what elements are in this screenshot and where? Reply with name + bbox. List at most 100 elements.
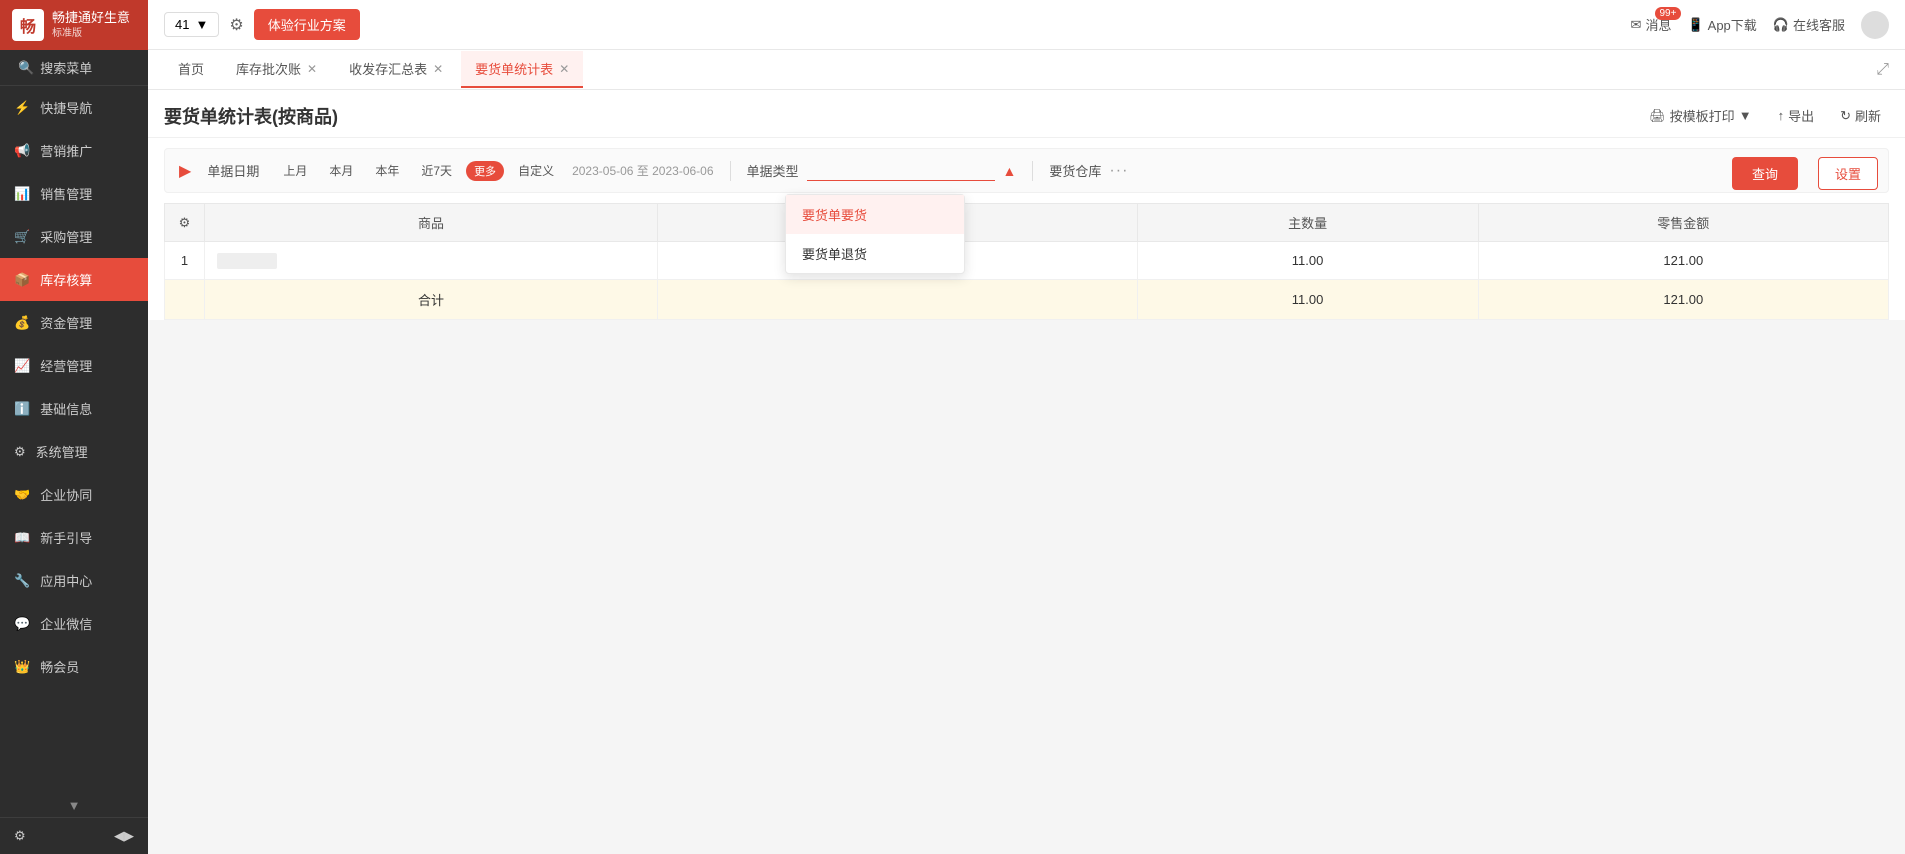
store-selector[interactable]: 41 ▼	[164, 12, 219, 37]
date-options: 上月 本月 本年 近7天 更多 自定义 2023-05-06 至 2023-06…	[275, 159, 713, 182]
quick-nav-label: 快捷导航	[40, 98, 92, 117]
total-unit-empty	[657, 280, 1137, 320]
apps-icon: 🔧	[14, 573, 30, 589]
message-button[interactable]: ✉ 消息 99+	[1631, 15, 1672, 34]
filter-divider-2	[1032, 161, 1033, 181]
type-chevron-up-icon[interactable]: ▲	[1003, 163, 1017, 179]
sidebar-item-quick-nav[interactable]: ⚡ 快捷导航	[0, 86, 148, 129]
wechat-icon: 💬	[14, 616, 30, 632]
tab-order-stats-close[interactable]: ✕	[559, 62, 569, 76]
type-label: 单据类型	[747, 161, 799, 180]
service-icon: 🎧	[1773, 17, 1789, 33]
wechat-label: 企业微信	[40, 614, 92, 633]
app-download-button[interactable]: 📱 App下载	[1687, 15, 1756, 34]
marketing-icon: 📢	[14, 143, 30, 159]
sidebar-item-guide[interactable]: 📖 新手引导	[0, 516, 148, 559]
tabbar: 首页 库存批次账 ✕ 收发存汇总表 ✕ 要货单统计表 ✕ ⤢	[148, 50, 1905, 90]
tab-home-label: 首页	[178, 59, 204, 78]
tab-batch-account-label: 库存批次账	[236, 59, 301, 78]
page-container: 要货单统计表(按商品) 🖨 按模板打印 ▼ ↑ 导出 ↻ 刷新	[148, 90, 1905, 320]
filter-toggle-button[interactable]: ▶	[179, 161, 191, 181]
filter-settings-button[interactable]: 设置	[1818, 157, 1878, 190]
sidebar-item-member[interactable]: 👑 畅会员	[0, 645, 148, 688]
message-badge: 99+	[1655, 7, 1682, 20]
query-button[interactable]: 查询	[1732, 157, 1798, 190]
refresh-button[interactable]: ↻ 刷新	[1832, 102, 1889, 129]
sales-icon: 📊	[14, 186, 30, 202]
col-settings[interactable]: ⚙	[165, 204, 205, 242]
tab-order-stats[interactable]: 要货单统计表 ✕	[461, 51, 583, 88]
tab-summary-label: 收发存汇总表	[349, 59, 427, 78]
type-input[interactable]	[807, 161, 995, 181]
table-container: ⚙ 商品 主计量单位 主数量 零售金额 1	[164, 203, 1889, 320]
user-avatar[interactable]	[1861, 11, 1889, 39]
date-last-7-days[interactable]: 近7天	[413, 159, 460, 182]
warehouse-dots-icon[interactable]: ···	[1109, 162, 1128, 180]
sidebar-item-system[interactable]: ⚙ 系统管理	[0, 430, 148, 473]
total-empty	[165, 280, 205, 320]
finance-label: 资金管理	[40, 313, 92, 332]
tab-expand-button[interactable]: ⤢	[1876, 61, 1889, 79]
date-this-year[interactable]: 本年	[367, 159, 407, 182]
guide-label: 新手引导	[40, 528, 92, 547]
print-button[interactable]: 🖨 按模板打印 ▼	[1641, 102, 1759, 129]
tab-summary-close[interactable]: ✕	[433, 62, 443, 76]
type-dropdown: 要货单要货 要货单退货	[785, 194, 965, 274]
product-placeholder	[217, 253, 277, 269]
dropdown-item-return[interactable]: 要货单退货	[786, 234, 964, 273]
enterprise-label: 企业协同	[40, 485, 92, 504]
date-this-month[interactable]: 本月	[321, 159, 361, 182]
sidebar-item-apps[interactable]: 🔧 应用中心	[0, 559, 148, 602]
date-custom[interactable]: 自定义	[510, 159, 562, 182]
tab-order-stats-label: 要货单统计表	[475, 59, 553, 78]
member-icon: 👑	[14, 659, 30, 675]
total-row: 合计 11.00 121.00	[165, 280, 1889, 320]
export-button[interactable]: ↑ 导出	[1770, 102, 1823, 129]
tab-batch-account[interactable]: 库存批次账 ✕	[222, 51, 331, 88]
app-download-label: App下载	[1708, 15, 1757, 34]
tab-home[interactable]: 首页	[164, 51, 218, 88]
date-range-display: 2023-05-06 至 2023-06-06	[572, 162, 713, 179]
content-area: 要货单统计表(按商品) 🖨 按模板打印 ▼ ↑ 导出 ↻ 刷新	[148, 90, 1905, 854]
dropdown-item-order[interactable]: 要货单要货	[786, 195, 964, 234]
online-service-label: 在线客服	[1793, 15, 1845, 34]
search-icon: 🔍	[18, 60, 34, 76]
sidebar-item-basics[interactable]: ℹ️ 基础信息	[0, 387, 148, 430]
trial-button[interactable]: 体验行业方案	[254, 9, 360, 40]
row-quantity: 11.00	[1137, 242, 1478, 280]
topbar-gear-button[interactable]: ⚙	[229, 15, 243, 35]
tab-summary[interactable]: 收发存汇总表 ✕	[335, 51, 457, 88]
topbar-left: 41 ▼ ⚙ 体验行业方案	[164, 9, 1619, 40]
sidebar-item-finance[interactable]: 💰 资金管理	[0, 301, 148, 344]
message-icon: ✉	[1631, 17, 1642, 33]
member-label: 畅会员	[40, 657, 79, 676]
guide-icon: 📖	[14, 530, 30, 546]
sidebar-item-marketing[interactable]: 📢 营销推广	[0, 129, 148, 172]
collapse-icon[interactable]: ◀▶	[114, 828, 134, 844]
date-more-button[interactable]: 更多	[466, 161, 504, 181]
settings-icon[interactable]: ⚙	[14, 828, 26, 844]
table-header-row: ⚙ 商品 主计量单位 主数量 零售金额	[165, 204, 1889, 242]
sidebar-item-operations[interactable]: 📈 经营管理	[0, 344, 148, 387]
search-label: 搜索菜单	[40, 58, 92, 77]
sidebar-item-wechat[interactable]: 💬 企业微信	[0, 602, 148, 645]
print-icon: 🖨	[1649, 108, 1666, 124]
page-header: 要货单统计表(按商品) 🖨 按模板打印 ▼ ↑ 导出 ↻ 刷新	[148, 90, 1905, 138]
sidebar-scroll-down[interactable]: ▼	[0, 794, 148, 817]
tab-batch-account-close[interactable]: ✕	[307, 62, 317, 76]
col-product: 商品	[205, 204, 658, 242]
sidebar-item-inventory[interactable]: 📦 库存核算	[0, 258, 148, 301]
sidebar-search[interactable]: 🔍 搜索菜单	[0, 50, 148, 86]
apps-label: 应用中心	[40, 571, 92, 590]
page-actions: 🖨 按模板打印 ▼ ↑ 导出 ↻ 刷新	[1641, 102, 1889, 129]
online-service-button[interactable]: 🎧 在线客服	[1773, 15, 1845, 34]
page-title: 要货单统计表(按商品)	[164, 103, 338, 129]
sidebar-item-purchase[interactable]: 🛒 采购管理	[0, 215, 148, 258]
warehouse-label: 要货仓库	[1049, 161, 1101, 180]
sidebar-item-enterprise[interactable]: 🤝 企业协同	[0, 473, 148, 516]
sidebar-nav: ⚡ 快捷导航 📢 营销推广 📊 销售管理 🛒 采购管理 📦 库存核算 💰 资金管…	[0, 86, 148, 794]
date-last-month[interactable]: 上月	[275, 159, 315, 182]
total-label: 合计	[205, 280, 658, 320]
filter-bar: ▶ 单据日期 上月 本月 本年 近7天 更多 自定义 2023-05-06 至 …	[164, 148, 1889, 193]
sidebar-item-sales[interactable]: 📊 销售管理	[0, 172, 148, 215]
